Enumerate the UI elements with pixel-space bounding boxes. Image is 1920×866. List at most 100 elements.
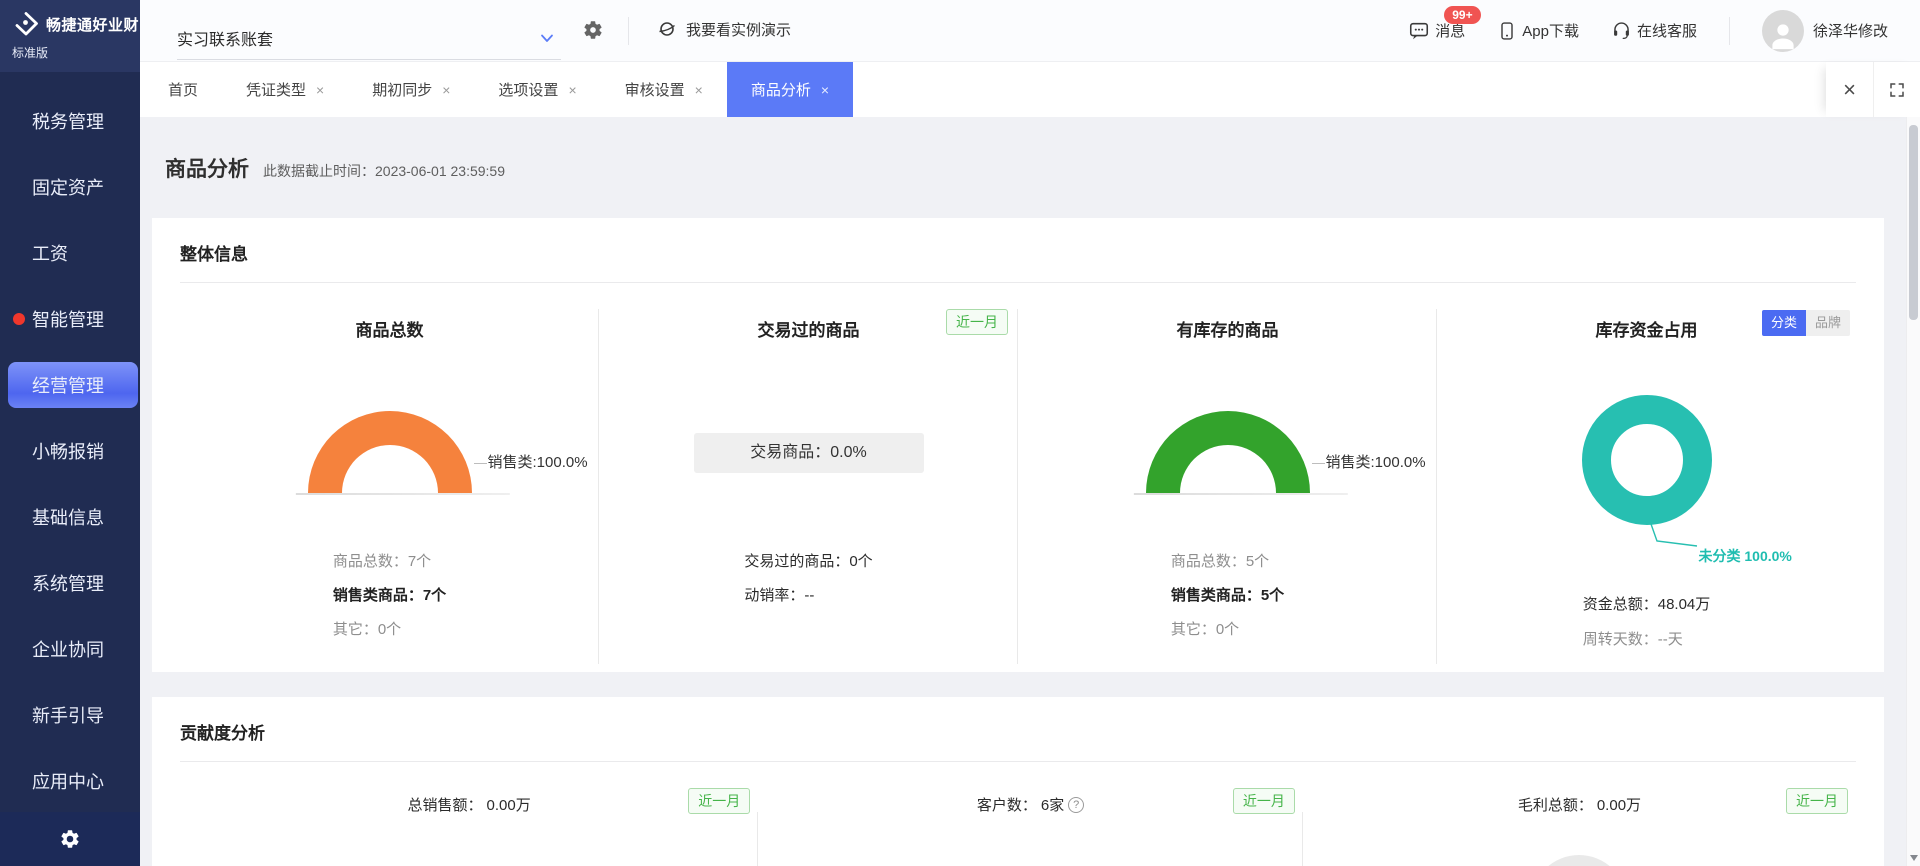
panel-stats: 资金总额：48.04万 周转天数：--天 (1582, 596, 1711, 648)
user-menu[interactable]: 徐泽华修改 (1761, 9, 1888, 52)
online-service-button[interactable]: 在线客服 (1611, 20, 1697, 41)
sidebar-item-smart-mgmt[interactable]: 智能管理 (0, 286, 140, 352)
gauge-chart-total-products (307, 411, 472, 493)
gauge-chart-stocked-products (1145, 411, 1310, 493)
panel-total-products: 商品总数 销售类:100.0% 商品总数：7个 销售类商品：7个 其它：0个 (180, 283, 599, 672)
donut-chart-stock-capital (1581, 395, 1712, 525)
sidebar-item-fixed-assets[interactable]: 固定资产 (0, 154, 140, 220)
chevron-down-icon (539, 30, 555, 46)
scrollbar-down-arrow[interactable] (1910, 855, 1918, 861)
panel-title: 商品总数 (355, 321, 424, 340)
scrollbar-thumb[interactable] (1909, 125, 1918, 320)
messages-button[interactable]: 消息 99+ (1408, 5, 1481, 42)
close-tab-icon[interactable]: × (442, 82, 450, 98)
app-download-label: App下载 (1522, 23, 1579, 40)
account-set-selector[interactable]: 实习联系账套 (177, 16, 561, 60)
sidebar-item-expense[interactable]: 小畅报销 (0, 418, 140, 484)
traded-rate-box: 交易商品：0.0% (693, 433, 924, 473)
gross-profit-stat: 毛利总额： 0.00万 (1517, 797, 1642, 814)
settings-gear-button[interactable] (582, 19, 604, 41)
period-badge: 近一月 (946, 309, 1008, 335)
gauge-baseline (295, 493, 510, 495)
logo-block: 畅捷通好业财 标准版 (0, 0, 140, 72)
donut-legend: 未分类 100.0% (1698, 548, 1792, 564)
data-deadline: 此数据截止时间：2023-06-01 23:59:59 (263, 163, 505, 179)
page-head: 商品分析 此数据截止时间：2023-06-01 23:59:59 (140, 117, 1920, 218)
category-brand-toggle: 分类 品牌 (1761, 310, 1850, 336)
panel-stocked-products: 有库存的商品 销售类:100.0% 商品总数：5个 销售类商品：5个 其它：0个 (1018, 283, 1437, 672)
sidebar-item-tax[interactable]: 税务管理 (0, 88, 140, 154)
close-tab-icon[interactable]: × (695, 82, 703, 98)
sidebar-item-system-mgmt[interactable]: 系统管理 (0, 550, 140, 616)
planet-icon (656, 18, 678, 40)
tab-home[interactable]: 首页 (144, 62, 222, 117)
close-tab-icon[interactable]: × (568, 82, 576, 98)
gauge-legend: 销售类:100.0% (1312, 451, 1426, 472)
demo-label: 我要看实例演示 (686, 21, 792, 39)
toggle-category[interactable]: 分类 (1761, 310, 1806, 336)
tab-audit-settings[interactable]: 审核设置 × (601, 62, 727, 117)
sidebar: 畅捷通好业财 标准版 税务管理 固定资产 工资 智能管理 经营管理 小畅报销 基… (0, 0, 140, 866)
period-badge: 近一月 (1232, 788, 1295, 814)
message-bubble-icon (1408, 20, 1430, 42)
contribution-title: 贡献度分析 (180, 724, 265, 743)
tab-voucher-type[interactable]: 凭证类型 × (222, 62, 348, 117)
avatar (1761, 9, 1804, 52)
brand-edition: 标准版 (12, 46, 49, 60)
tab-option-settings[interactable]: 选项设置 × (474, 62, 600, 117)
close-all-tabs-button[interactable]: × (1826, 62, 1873, 117)
contribution-cell-profit: 毛利总额： 0.00万 近一月 (1303, 762, 1856, 866)
sidebar-settings-button[interactable] (0, 812, 140, 866)
brand-logo-icon (12, 10, 40, 38)
gauge-baseline (1133, 493, 1348, 495)
header-divider (1728, 16, 1730, 45)
account-set-name: 实习联系账套 (177, 31, 274, 49)
contribution-cell-customers: 客户数： 6家 ? 近一月 (758, 762, 1303, 866)
tab-bar: 首页 凭证类型 × 期初同步 × 选项设置 × 审核设置 × 商品分析 × × (140, 62, 1920, 117)
header-divider (628, 17, 629, 45)
top-header: 实习联系账套 我要看实例演示 消息 99+ App下载 在线客服 徐泽华修改 (140, 0, 1920, 62)
customer-count-stat: 客户数： 6家 ? (977, 794, 1085, 815)
fullscreen-icon (1888, 81, 1906, 99)
close-icon: × (1843, 76, 1856, 102)
sidebar-item-app-center[interactable]: 应用中心 (0, 748, 140, 814)
headset-icon (1611, 20, 1632, 41)
overview-title: 整体信息 (180, 245, 248, 264)
donut-label-line (1645, 524, 1701, 550)
tab-product-analysis[interactable]: 商品分析 × (726, 62, 854, 117)
panel-traded-products: 交易过的商品 近一月 交易商品：0.0% 交易过的商品：0个 动销率：-- (599, 283, 1018, 672)
panel-stats: 交易过的商品：0个 动销率：-- (744, 553, 873, 604)
panel-stock-capital: 库存资金占用 分类 品牌 未分类 100.0% 资金总额：48.04万 周转天数… (1437, 283, 1856, 672)
gear-icon (59, 828, 81, 850)
sidebar-menu: 税务管理 固定资产 工资 智能管理 经营管理 小畅报销 基础信息 系统管理 企业… (0, 88, 140, 814)
panel-title: 有库存的商品 (1176, 321, 1279, 340)
period-badge: 近一月 (1785, 788, 1848, 814)
username: 徐泽华修改 (1812, 23, 1888, 40)
close-tab-icon[interactable]: × (821, 82, 829, 98)
tab-initial-sync[interactable]: 期初同步 × (348, 62, 474, 117)
phone-icon (1497, 21, 1517, 41)
contribution-panel: 贡献度分析 总销售额： 0.00万 近一月 客户数： 6家 ? 近一月 毛利总额： 0… (152, 697, 1884, 866)
sidebar-item-business-mgmt[interactable]: 经营管理 (0, 352, 140, 418)
vertical-scrollbar[interactable] (1906, 117, 1920, 866)
panel-stats: 商品总数：5个 销售类商品：5个 其它：0个 (1170, 553, 1285, 638)
brand-name: 畅捷通好业财 (46, 16, 140, 34)
overview-panel: 整体信息 商品总数 销售类:100.0% 商品总数：7个 销售类商品：7个 其它… (152, 218, 1884, 672)
notification-dot (13, 313, 25, 325)
gauge-legend: 销售类:100.0% (474, 451, 588, 472)
contribution-cell-sales: 总销售额： 0.00万 近一月 (180, 762, 759, 866)
close-tab-icon[interactable]: × (316, 82, 324, 98)
sidebar-item-payroll[interactable]: 工资 (0, 220, 140, 286)
sidebar-item-base-info[interactable]: 基础信息 (0, 484, 140, 550)
demo-button[interactable]: 我要看实例演示 (656, 18, 791, 40)
fullscreen-button[interactable] (1873, 62, 1920, 117)
total-sales-stat: 总销售额： 0.00万 (407, 797, 531, 814)
messages-count-badge: 99+ (1444, 5, 1481, 24)
help-icon[interactable]: ? (1068, 796, 1085, 813)
sidebar-item-enterprise-collab[interactable]: 企业协同 (0, 616, 140, 682)
app-download-button[interactable]: App下载 (1497, 20, 1579, 41)
page-title: 商品分析 (165, 158, 249, 181)
toggle-brand[interactable]: 品牌 (1805, 310, 1850, 336)
sidebar-item-beginner-guide[interactable]: 新手引导 (0, 682, 140, 748)
online-service-label: 在线客服 (1636, 23, 1697, 40)
